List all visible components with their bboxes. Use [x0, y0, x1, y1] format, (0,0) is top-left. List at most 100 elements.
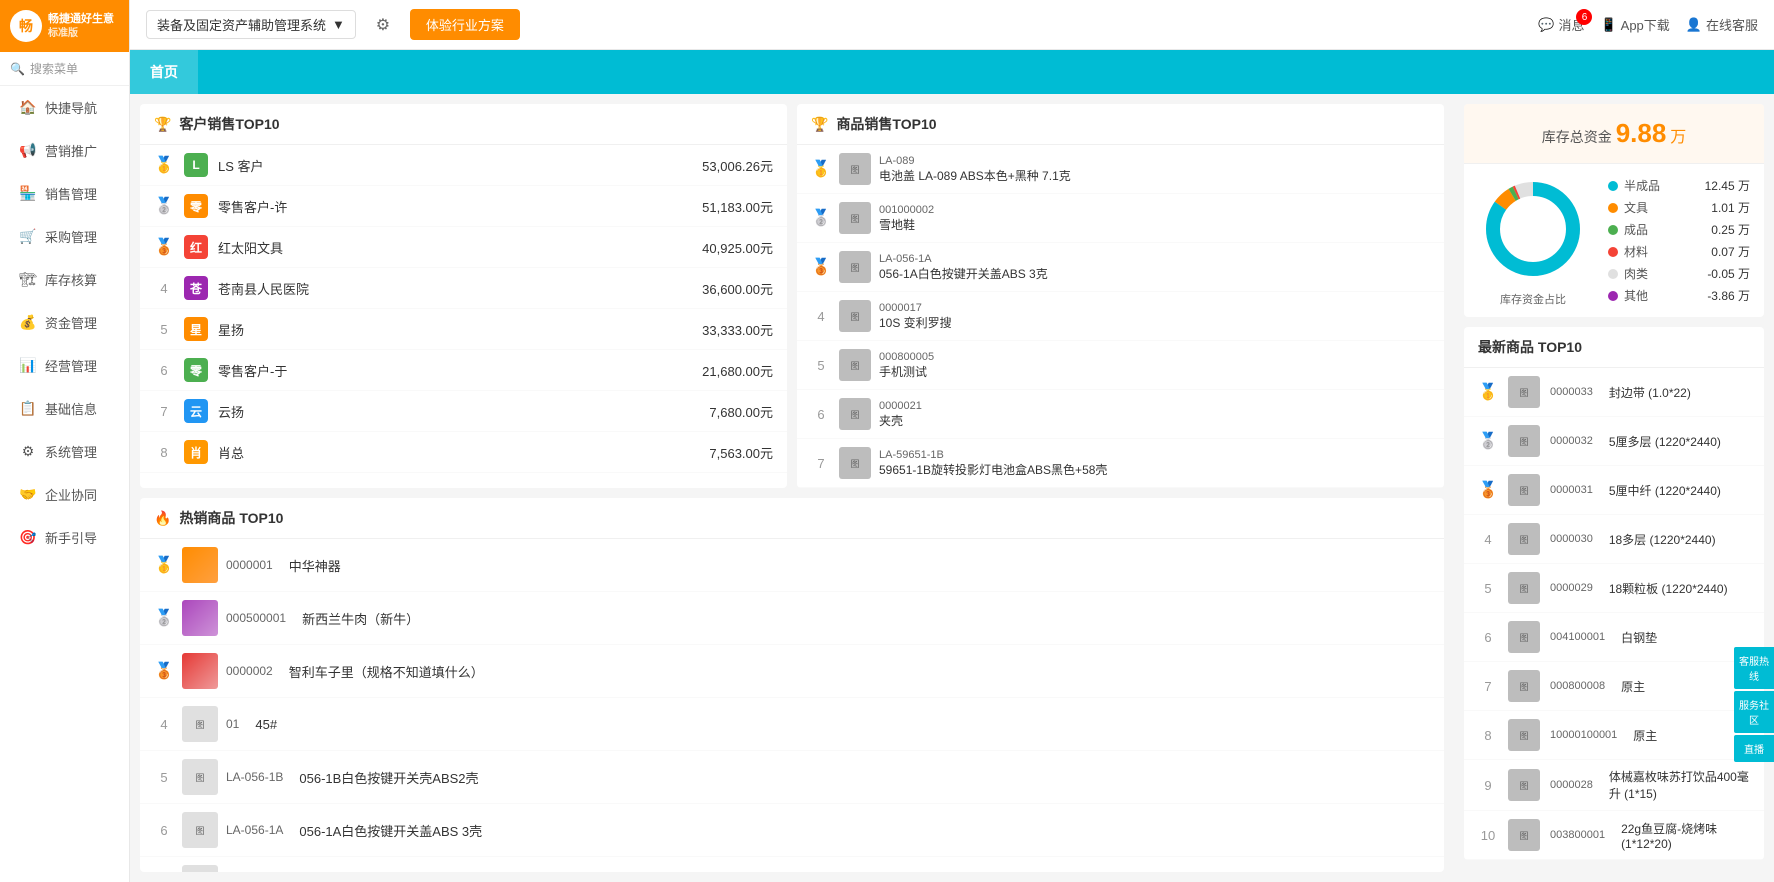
product-thumb: 图	[1508, 572, 1540, 604]
nav-item-home[interactable]: 首页	[130, 50, 198, 94]
top-panels-row: 🏆 客户销售TOP10 🥇 L LS 客户 53,006.26元	[140, 104, 1444, 488]
list-item: 6 图 004100001 白钢垫	[1464, 613, 1764, 662]
service-icon: 👤	[1686, 17, 1702, 33]
sidebar-item-guide[interactable]: 🎯 新手引导	[0, 516, 129, 559]
inventory-chart: 库存资金占比 半成品 12.45 万 文具 1.01 万	[1464, 164, 1764, 317]
latest-products-panel: 最新商品 TOP10 🥇 图 0000033 封边带 (1.0*22) 🥈 图 …	[1464, 327, 1764, 860]
marketing-icon: 📢	[19, 142, 37, 160]
operation-icon: 📊	[19, 357, 37, 375]
phone-icon: 📱	[1600, 17, 1616, 33]
list-item: 4 苍 苍南县人民医院 36,600.00元	[140, 268, 787, 309]
sidebar-logo: 畅 畅捷通好生意 标准版	[0, 0, 129, 52]
search-icon: 🔍	[10, 62, 25, 76]
list-item: 8 肖 肖总 7,563.00元	[140, 432, 787, 473]
product-thumb: 图	[182, 812, 218, 848]
product-thumb: 图	[1508, 719, 1540, 751]
sidebar-item-shortcut[interactable]: 🏠 快捷导航	[0, 86, 129, 129]
product-thumb: 图	[182, 759, 218, 795]
trophy-icon: 🏆	[154, 116, 171, 133]
list-item: 6 零 零售客户-于 21,680.00元	[140, 350, 787, 391]
list-item: 7 云 云扬 7,680.00元	[140, 391, 787, 432]
service-community-button[interactable]: 服务社区	[1734, 691, 1774, 733]
medal-icon: 🥉	[811, 257, 831, 277]
middle-panels: 🏆 客户销售TOP10 🥇 L LS 客户 53,006.26元	[130, 94, 1454, 882]
product-thumb: 图	[1508, 474, 1540, 506]
legend-item: 材料 0.07 万	[1608, 243, 1750, 260]
inventory-panel: 库存总资金 9.88 万	[1464, 104, 1764, 317]
trial-button[interactable]: 体验行业方案	[410, 9, 520, 40]
product-sales-list: 🥇 图 LA-089 电池盖 LA-089 ABS本色+黑种 7.1克 🥈 图	[797, 145, 1444, 488]
trophy-icon: 🏆	[811, 116, 828, 133]
list-item: 10 图 003800001 22g鱼豆腐-烧烤味 (1*12*20)	[1464, 811, 1764, 860]
notification-button[interactable]: 💬 消息 6	[1538, 15, 1584, 34]
system-icon: ⚙	[19, 443, 37, 461]
header-right: 💬 消息 6 📱 App下载 👤 在线客服	[1538, 15, 1758, 34]
product-thumb: 图	[839, 153, 871, 185]
product-thumb	[182, 600, 218, 636]
product-thumb: 图	[182, 706, 218, 742]
hot-products-list: 🥇 0000001 中华神器 🥈 000500001 新西兰牛肉（新牛）	[140, 539, 1444, 872]
hot-products-panel: 🔥 热销商品 TOP10 🥇 0000001 中华神器 🥈	[140, 498, 1444, 872]
content-area: 🏆 客户销售TOP10 🥇 L LS 客户 53,006.26元	[130, 94, 1774, 882]
avatar: 星	[184, 317, 208, 341]
sidebar-item-basic[interactable]: 📋 基础信息	[0, 387, 129, 430]
purchase-icon: 🛒	[19, 228, 37, 246]
list-item: 8 图 10000100001 原主	[1464, 711, 1764, 760]
system-selector[interactable]: 装备及固定资产辅助管理系统 ▼	[146, 10, 356, 39]
sidebar-item-finance[interactable]: 💰 资金管理	[0, 301, 129, 344]
hot-products-header: 🔥 热销商品 TOP10	[140, 498, 1444, 539]
inventory-icon: 🏗	[19, 271, 37, 289]
legend-item: 成品 0.25 万	[1608, 221, 1750, 238]
list-item: 🥇 图 0000033 封边带 (1.0*22)	[1464, 368, 1764, 417]
sidebar-item-system[interactable]: ⚙ 系统管理	[0, 430, 129, 473]
logo-icon: 畅	[10, 10, 42, 42]
app-download-button[interactable]: 📱 App下载	[1600, 15, 1669, 34]
legend-dot	[1608, 269, 1618, 279]
sidebar-item-sales[interactable]: 🏪 销售管理	[0, 172, 129, 215]
medal-icon: 🥇	[154, 555, 174, 575]
customer-list: 🥇 L LS 客户 53,006.26元 🥈 零 零售客户-许 51,183.0…	[140, 145, 787, 473]
sidebar-item-cooperation[interactable]: 🤝 企业协同	[0, 473, 129, 516]
top-header: 装备及固定资产辅助管理系统 ▼ ⚙ 体验行业方案 💬 消息 6 📱 App下载 …	[130, 0, 1774, 50]
avatar: 肖	[184, 440, 208, 464]
medal-icon: 🥉	[1478, 480, 1498, 500]
sidebar-item-purchase[interactable]: 🛒 采购管理	[0, 215, 129, 258]
legend-dot	[1608, 291, 1618, 301]
gear-button[interactable]: ⚙	[368, 10, 398, 40]
message-icon: 💬	[1538, 17, 1554, 33]
avatar: 云	[184, 399, 208, 423]
product-thumb	[182, 653, 218, 689]
product-thumb: 图	[1508, 425, 1540, 457]
list-item: 🥈 零 零售客户-许 51,183.00元	[140, 186, 787, 227]
list-item: 🥉 红 红太阳文具 40,925.00元	[140, 227, 787, 268]
medal-icon: 🥉	[154, 661, 174, 681]
customer-top10-panel: 🏆 客户销售TOP10 🥇 L LS 客户 53,006.26元	[140, 104, 787, 488]
list-item: 4 图 01 45#	[140, 698, 1444, 751]
sidebar-item-operation[interactable]: 📊 经营管理	[0, 344, 129, 387]
sidebar-search[interactable]: 🔍 搜索菜单	[0, 52, 129, 86]
legend-dot	[1608, 203, 1618, 213]
product-thumb: 图	[839, 202, 871, 234]
list-item: 5 图 000800005 手机测试	[797, 341, 1444, 390]
live-button[interactable]: 直播	[1734, 735, 1774, 762]
list-item: 4 图 0000030 18多层 (1220*2440)	[1464, 515, 1764, 564]
customer-service-button[interactable]: 客服热线	[1734, 647, 1774, 689]
fire-icon: 🔥	[154, 510, 171, 527]
notification-badge: 6	[1576, 9, 1592, 25]
list-item: 6 图 0000021 夹壳	[797, 390, 1444, 439]
sidebar: 畅 畅捷通好生意 标准版 🔍 搜索菜单 🏠 快捷导航 📢 营销推广 🏪 销售管理…	[0, 0, 130, 882]
sidebar-nav: 🏠 快捷导航 📢 营销推广 🏪 销售管理 🛒 采购管理 🏗 库存核算 💰 资金管…	[0, 86, 129, 882]
list-item: 🥈 图 0000032 5厘多层 (1220*2440)	[1464, 417, 1764, 466]
medal-icon: 🥇	[1478, 382, 1498, 402]
product-thumb	[182, 547, 218, 583]
legend-dot	[1608, 225, 1618, 235]
list-item: 🥇 0000001 中华神器	[140, 539, 1444, 592]
product-sales-top10-header: 🏆 商品销售TOP10	[797, 104, 1444, 145]
sidebar-item-marketing[interactable]: 📢 营销推广	[0, 129, 129, 172]
online-service-button[interactable]: 👤 在线客服	[1686, 15, 1758, 34]
chevron-down-icon: ▼	[332, 17, 345, 32]
product-thumb: 图	[839, 398, 871, 430]
finance-icon: 💰	[19, 314, 37, 332]
sales-icon: 🏪	[19, 185, 37, 203]
sidebar-item-inventory[interactable]: 🏗 库存核算	[0, 258, 129, 301]
